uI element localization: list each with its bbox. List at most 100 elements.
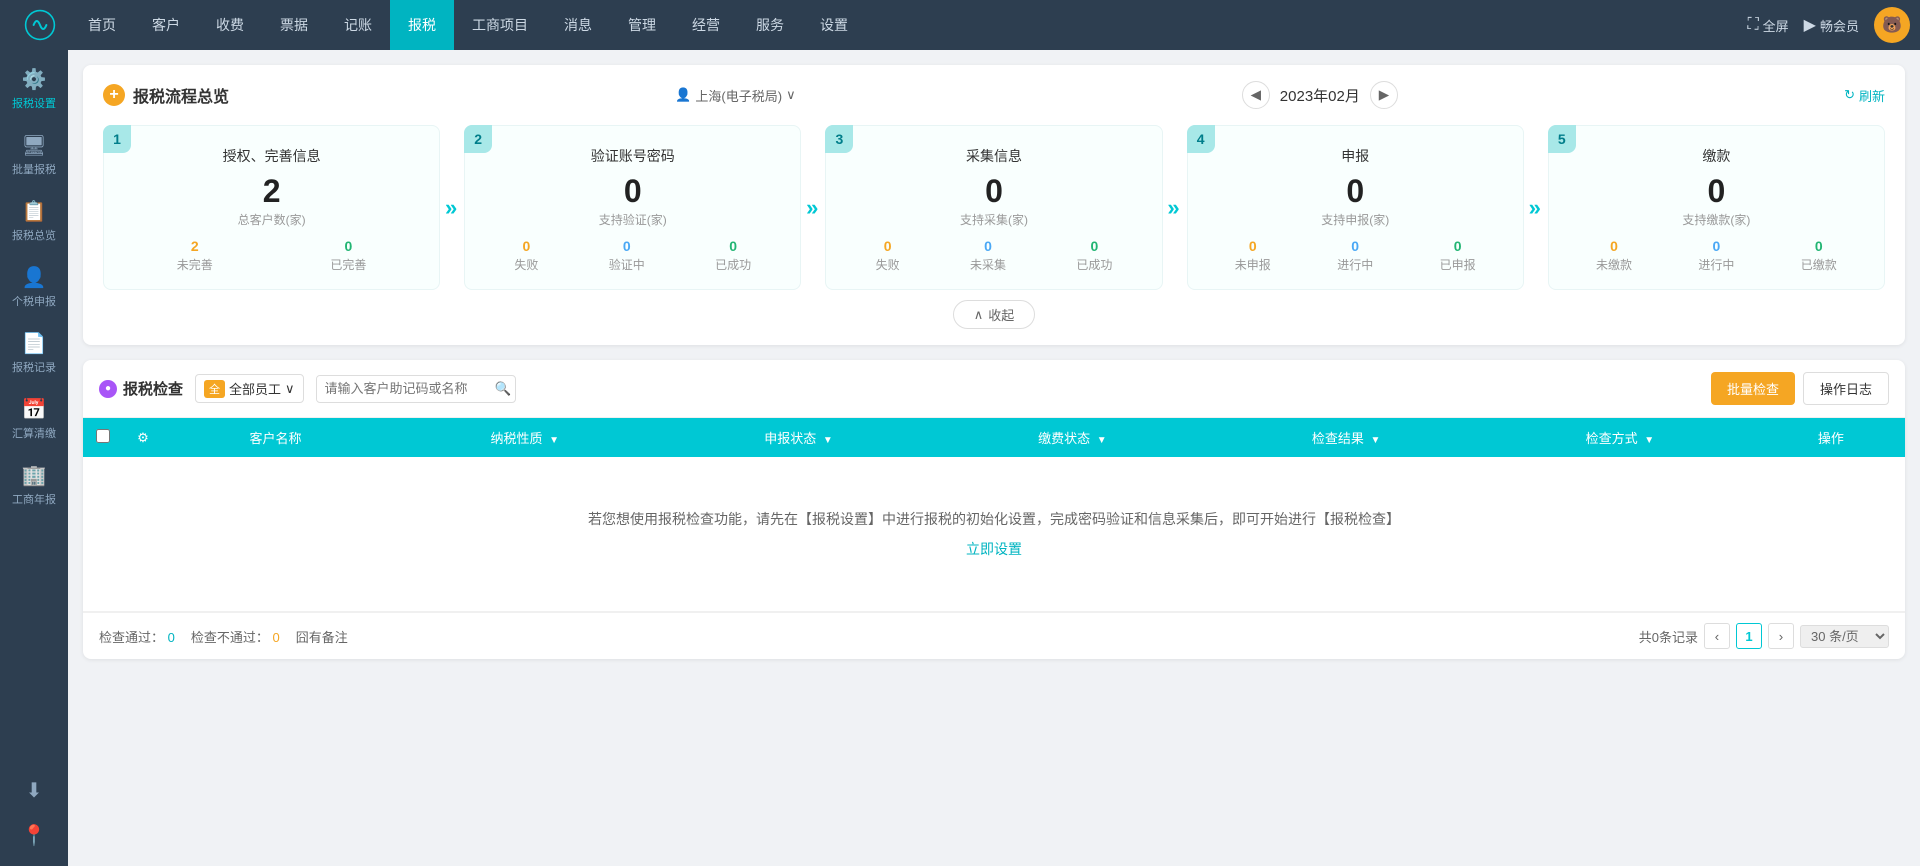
step-3-sublabel: 支持采集(家) xyxy=(840,211,1147,228)
step-5-stat-0[interactable]: 0 未缴款 xyxy=(1596,238,1632,273)
vip-icon: ▶ xyxy=(1804,15,1816,35)
fail-count[interactable]: 0 xyxy=(273,630,280,645)
next-page-btn[interactable]: › xyxy=(1768,623,1794,649)
step-1-stat-0[interactable]: 2 未完善 xyxy=(177,238,213,273)
step-5-val-2: 0 xyxy=(1815,238,1823,254)
step-2-lbl-2: 已成功 xyxy=(715,256,751,273)
prev-page-btn[interactable]: ‹ xyxy=(1704,623,1730,649)
vip-btn[interactable]: ▶ 畅会员 xyxy=(1804,15,1859,35)
tax-type-filter-icon: ▼ xyxy=(549,435,559,446)
sidebar-item-label-batch-tax: 批量报税 xyxy=(12,161,56,177)
step-2-stat-1[interactable]: 0 验证中 xyxy=(609,238,645,273)
next-month-btn[interactable]: ▶ xyxy=(1370,81,1398,109)
op-log-btn[interactable]: 操作日志 xyxy=(1803,372,1889,405)
step-4-stat-0[interactable]: 0 未申报 xyxy=(1235,238,1271,273)
pass-text: 检查通过： xyxy=(99,630,164,645)
step-2-lbl-1: 验证中 xyxy=(609,256,645,273)
empty-state-cell: 若您想使用报税检查功能，请先在【报税设置】中进行报税的初始化设置，完成密码验证和… xyxy=(83,457,1905,612)
col-name: 客户名称 xyxy=(163,418,388,457)
sidebar-item-location[interactable]: 📍 xyxy=(2,816,66,856)
nav-operation[interactable]: 经营 xyxy=(674,0,738,50)
fullscreen-icon: ⛶ xyxy=(1747,16,1758,34)
flow-steps: 1 授权、完善信息 2 总客户数(家) 2 未完善 0 已完善 xyxy=(103,125,1885,290)
tax-overview-icon: 📋 xyxy=(22,202,47,222)
nav-accounting[interactable]: 记账 xyxy=(326,0,390,50)
step-3-stat-1[interactable]: 0 未采集 xyxy=(970,238,1006,273)
step-5-stat-2[interactable]: 0 已缴款 xyxy=(1801,238,1837,273)
search-btn[interactable]: 🔍 xyxy=(487,376,516,402)
step-3-title: 采集信息 xyxy=(840,146,1147,166)
sidebar-item-label-reconciliation: 汇算清缴 xyxy=(12,425,56,441)
step-4-lbl-2: 已申报 xyxy=(1440,256,1476,273)
sidebar-item-reconciliation[interactable]: 📅 汇算清缴 xyxy=(2,390,66,451)
select-all-checkbox[interactable] xyxy=(96,429,110,443)
check-title-text: 报税检查 xyxy=(123,378,183,399)
step-3-stat-0[interactable]: 0 失败 xyxy=(876,238,900,273)
step-4-val-0: 0 xyxy=(1249,238,1257,254)
step-4-stat-2[interactable]: 0 已申报 xyxy=(1440,238,1476,273)
fullscreen-btn[interactable]: ⛶ 全屏 xyxy=(1747,16,1788,35)
col-operation: 操作 xyxy=(1757,418,1905,457)
nav-business[interactable]: 工商项目 xyxy=(454,0,546,50)
step-1-lbl-1: 已完善 xyxy=(330,256,366,273)
nav-tax[interactable]: 报税 xyxy=(390,0,454,50)
fail-text: 检查不通过： xyxy=(191,630,269,645)
top-navigation: 首页 客户 收费 票据 记账 报税 工商项目 消息 管理 经营 服务 设置 ⛶ … xyxy=(0,0,1920,50)
sidebar-item-batch-tax[interactable]: 🖥 批量报税 xyxy=(2,126,66,187)
pagination: 共0条记录 ‹ 1 › 30 条/页 50 条/页 100 条/页 xyxy=(1639,623,1889,649)
step-2-stat-2[interactable]: 0 已成功 xyxy=(715,238,751,273)
check-table-head: ⚙ 客户名称 纳税性质 ▼ 申报状态 ▼ xyxy=(83,418,1905,457)
nav-manage[interactable]: 管理 xyxy=(610,0,674,50)
nav-customer[interactable]: 客户 xyxy=(134,0,198,50)
sidebar-item-personal-tax[interactable]: 👤 个税申报 xyxy=(2,258,66,319)
col-settings: ⚙ xyxy=(123,418,163,457)
location-tag[interactable]: 👤 上海(电子税局) ∨ xyxy=(675,86,795,105)
sidebar-item-tax-settings[interactable]: ⚙️ 报税设置 xyxy=(2,60,66,121)
page-size-select[interactable]: 30 条/页 50 条/页 100 条/页 xyxy=(1800,625,1889,648)
col-tax-type[interactable]: 纳税性质 ▼ xyxy=(388,418,662,457)
nav-settings[interactable]: 设置 xyxy=(802,0,866,50)
step-5-lbl-2: 已缴款 xyxy=(1801,256,1837,273)
sidebar-item-download[interactable]: ⬇ xyxy=(2,771,66,811)
batch-check-btn[interactable]: 批量检查 xyxy=(1711,372,1795,405)
nav-fee[interactable]: 收费 xyxy=(198,0,262,50)
step-3-stat-2[interactable]: 0 已成功 xyxy=(1076,238,1112,273)
col-check-method[interactable]: 检查方式 ▼ xyxy=(1483,418,1757,457)
sidebar-item-tax-record[interactable]: 📄 报税记录 xyxy=(2,324,66,385)
col-pay-status[interactable]: 缴费状态 ▼ xyxy=(935,418,1209,457)
col-declare-status[interactable]: 申报状态 ▼ xyxy=(662,418,936,457)
collapse-btn[interactable]: ∧ 收起 xyxy=(953,300,1036,329)
sidebar-item-annual-report[interactable]: 🏢 工商年报 xyxy=(2,456,66,517)
pass-count[interactable]: 0 xyxy=(168,630,175,645)
nav-message[interactable]: 消息 xyxy=(546,0,610,50)
nav-invoice[interactable]: 票据 xyxy=(262,0,326,50)
prev-month-btn[interactable]: ◀ xyxy=(1242,81,1270,109)
step-3-lbl-2: 已成功 xyxy=(1076,256,1112,273)
vip-label: 畅会员 xyxy=(1820,16,1859,35)
step-1-stat-1[interactable]: 0 已完善 xyxy=(330,238,366,273)
step-3-num: 3 xyxy=(825,125,853,153)
overview-title-text: 报税流程总览 xyxy=(133,83,229,107)
employee-filter[interactable]: 全 全部员工 ∨ xyxy=(195,374,304,403)
plus-icon: + xyxy=(103,84,125,106)
nav-home[interactable]: 首页 xyxy=(70,0,134,50)
step-2-val-1: 0 xyxy=(623,238,631,254)
nav-service[interactable]: 服务 xyxy=(738,0,802,50)
app-logo[interactable] xyxy=(10,9,70,41)
avatar[interactable]: 🐻 xyxy=(1874,7,1910,43)
col-check-result[interactable]: 检查结果 ▼ xyxy=(1209,418,1483,457)
collapse-label: 收起 xyxy=(988,305,1014,324)
refresh-btn[interactable]: ↻ 刷新 xyxy=(1844,86,1885,105)
step-5-stat-1[interactable]: 0 进行中 xyxy=(1698,238,1734,273)
nav-menu: 首页 客户 收费 票据 记账 报税 工商项目 消息 管理 经营 服务 设置 xyxy=(70,0,1747,50)
search-input[interactable] xyxy=(317,376,487,401)
empty-setup-link[interactable]: 立即设置 xyxy=(966,541,1022,557)
sidebar-item-tax-overview[interactable]: 📋 报税总览 xyxy=(2,192,66,253)
step-5-count: 0 xyxy=(1563,174,1870,209)
refresh-icon: ↻ xyxy=(1844,87,1855,103)
step-4-stat-1[interactable]: 0 进行中 xyxy=(1337,238,1373,273)
avatar-emoji: 🐻 xyxy=(1882,15,1902,35)
step-1-val-0: 2 xyxy=(191,238,199,254)
step-2-stat-0[interactable]: 0 失败 xyxy=(514,238,538,273)
step-5-lbl-0: 未缴款 xyxy=(1596,256,1632,273)
